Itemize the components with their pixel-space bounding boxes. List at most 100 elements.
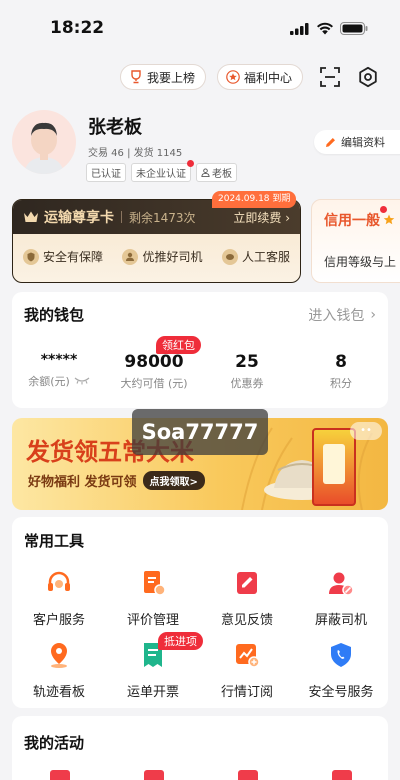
- vip-features: 安全有保障 优推好司机 人工客服: [13, 234, 300, 265]
- profile-tags: 已认证 未企业认证 老板: [86, 160, 237, 182]
- wallet-loan-label: 大约可借 (元): [120, 377, 188, 390]
- star-icon: [383, 214, 395, 225]
- tool-customer-service-label: 客户服务: [32, 613, 85, 628]
- chevron-right-icon: ›: [370, 307, 376, 323]
- wallet-points[interactable]: 8 积分: [296, 352, 386, 391]
- notification-dot: [187, 160, 194, 167]
- ranking-button[interactable]: 我要上榜: [120, 64, 207, 90]
- overlay-watermark-label: Soa77777: [132, 409, 268, 455]
- vip-card[interactable]: 运输尊享卡 剩余1473次 立即续费 › 安全有保障 优推好司机 人工客服: [12, 199, 301, 283]
- crown-icon: [24, 211, 38, 222]
- wallet-balance[interactable]: ***** 余额(元): [14, 352, 104, 389]
- user-stats: 交易 46 | 发货 1145: [88, 148, 183, 159]
- feature-service: 人工客服: [221, 248, 290, 265]
- activity-envelope-icon[interactable]: [144, 770, 164, 780]
- person-icon: [201, 168, 210, 177]
- avatar[interactable]: [12, 110, 76, 174]
- credit-desc: 信用等级与上: [324, 255, 397, 269]
- activity-prize-icon[interactable]: [332, 770, 352, 780]
- tool-market-subscribe[interactable]: 行情订阅: [202, 641, 292, 700]
- banner-more-icon[interactable]: ••: [350, 422, 382, 440]
- settings-icon[interactable]: [357, 66, 379, 88]
- signal-icon: [290, 22, 309, 35]
- scan-icon[interactable]: [319, 66, 341, 88]
- wallet-loan-value: 98000: [124, 352, 184, 372]
- market-subscribe-icon: [236, 644, 260, 668]
- wallet-coupons[interactable]: 25 优惠券: [202, 352, 292, 391]
- tag-boss[interactable]: 老板: [196, 163, 237, 182]
- tools-card: 常用工具 客户服务 评价管理 意见反馈 屏蔽司机 轨迹看板 运单开票 抵进项 行…: [12, 517, 388, 708]
- wifi-icon: [317, 22, 333, 35]
- avatar-figure: [24, 122, 64, 174]
- activities-card: 我的活动: [12, 716, 388, 780]
- wallet-balance-label: 余额(元): [28, 375, 70, 388]
- tool-block-driver-label: 屏蔽司机: [314, 613, 367, 628]
- tool-track-board[interactable]: 轨迹看板: [14, 641, 104, 700]
- tag-boss-label: 老板: [212, 169, 232, 180]
- vip-title: 运输尊享卡: [44, 210, 114, 226]
- chat-icon: [221, 248, 238, 265]
- tool-review-management[interactable]: 评价管理: [108, 569, 198, 628]
- wallet-card: 我的钱包 进入钱包 › 领红包 ***** 余额(元) 98000 大约可借 (…: [12, 292, 388, 408]
- enter-wallet-link[interactable]: 进入钱包 ›: [308, 305, 376, 325]
- enter-wallet-label: 进入钱包: [308, 308, 365, 324]
- rice-bag-image: [312, 428, 356, 506]
- tag-enterprise[interactable]: 未企业认证: [131, 160, 194, 182]
- headset-icon: [48, 571, 70, 591]
- activity-gift-icon[interactable]: [50, 770, 70, 780]
- status-time: 18:22: [50, 18, 105, 38]
- wallet-points-value: 8: [335, 352, 347, 372]
- tool-customer-service[interactable]: 客户服务: [14, 569, 104, 628]
- vip-divider: [121, 211, 122, 223]
- tag-verified[interactable]: 已认证: [86, 163, 126, 182]
- map-pin-icon: [51, 643, 67, 668]
- ranking-label: 我要上榜: [147, 70, 196, 85]
- battery-icon: [340, 22, 368, 35]
- block-driver-icon: [329, 572, 354, 596]
- shield-icon: [23, 248, 39, 265]
- feature-safety-label: 安全有保障: [43, 250, 104, 264]
- credit-header: 信用一般: [312, 200, 400, 230]
- tool-block-driver[interactable]: 屏蔽司机: [296, 569, 386, 628]
- driver-icon: [122, 248, 139, 265]
- tool-market-label: 行情订阅: [220, 685, 273, 700]
- wallet-balance-caption: 余额(元): [14, 373, 104, 389]
- wallet-points-label: 积分: [330, 377, 352, 390]
- wallet-coupons-value: 25: [235, 352, 259, 372]
- tool-feedback[interactable]: 意见反馈: [202, 569, 292, 628]
- feature-service-label: 人工客服: [241, 250, 290, 264]
- tool-feedback-label: 意见反馈: [220, 613, 273, 628]
- user-name: 张老板: [88, 117, 142, 138]
- edit-profile-button[interactable]: 编辑资料: [314, 130, 400, 154]
- tool-review-label: 评价管理: [126, 613, 179, 628]
- tools-title: 常用工具: [24, 532, 85, 550]
- activity-ticket-icon[interactable]: [238, 770, 258, 780]
- wallet-coupons-label: 优惠券: [230, 377, 264, 390]
- vip-remaining: 剩余1473次: [129, 210, 196, 225]
- banner-subrow: 好物福利 发货可领 点我领取>: [28, 471, 205, 490]
- banner-cta[interactable]: 点我领取>: [142, 471, 205, 490]
- status-icons: [290, 22, 368, 35]
- trophy-icon: [131, 70, 141, 84]
- activities-title: 我的活动: [24, 734, 85, 752]
- tool-secure-number[interactable]: 安全号服务: [296, 641, 386, 700]
- credit-notification-dot: [380, 206, 387, 213]
- tag-enterprise-label: 未企业认证: [136, 169, 186, 180]
- welfare-center-button[interactable]: 福利中心: [217, 64, 304, 90]
- wallet-balance-value: *****: [40, 352, 78, 368]
- tool-track-label: 轨迹看板: [32, 685, 85, 700]
- wallet-loan[interactable]: 98000 大约可借 (元): [106, 352, 202, 391]
- eye-closed-icon[interactable]: [74, 377, 90, 385]
- vip-expire-badge: 2024.09.18 到期: [212, 191, 297, 208]
- invoice-badge: 抵进项: [158, 632, 203, 650]
- vip-renew[interactable]: 立即续费 ›: [233, 209, 290, 226]
- pencil-icon: [326, 137, 335, 147]
- feature-driver-label: 优推好司机: [142, 250, 203, 264]
- secure-phone-icon: [331, 643, 351, 667]
- tool-invoice-label: 运单开票: [126, 685, 179, 700]
- credit-title: 信用一般: [324, 213, 380, 229]
- credit-card[interactable]: 信用一般 信用等级与上: [311, 199, 400, 283]
- feedback-icon: [237, 572, 257, 594]
- feature-safety: 安全有保障: [23, 248, 103, 265]
- banner-subline: 好物福利 发货可领: [28, 475, 137, 490]
